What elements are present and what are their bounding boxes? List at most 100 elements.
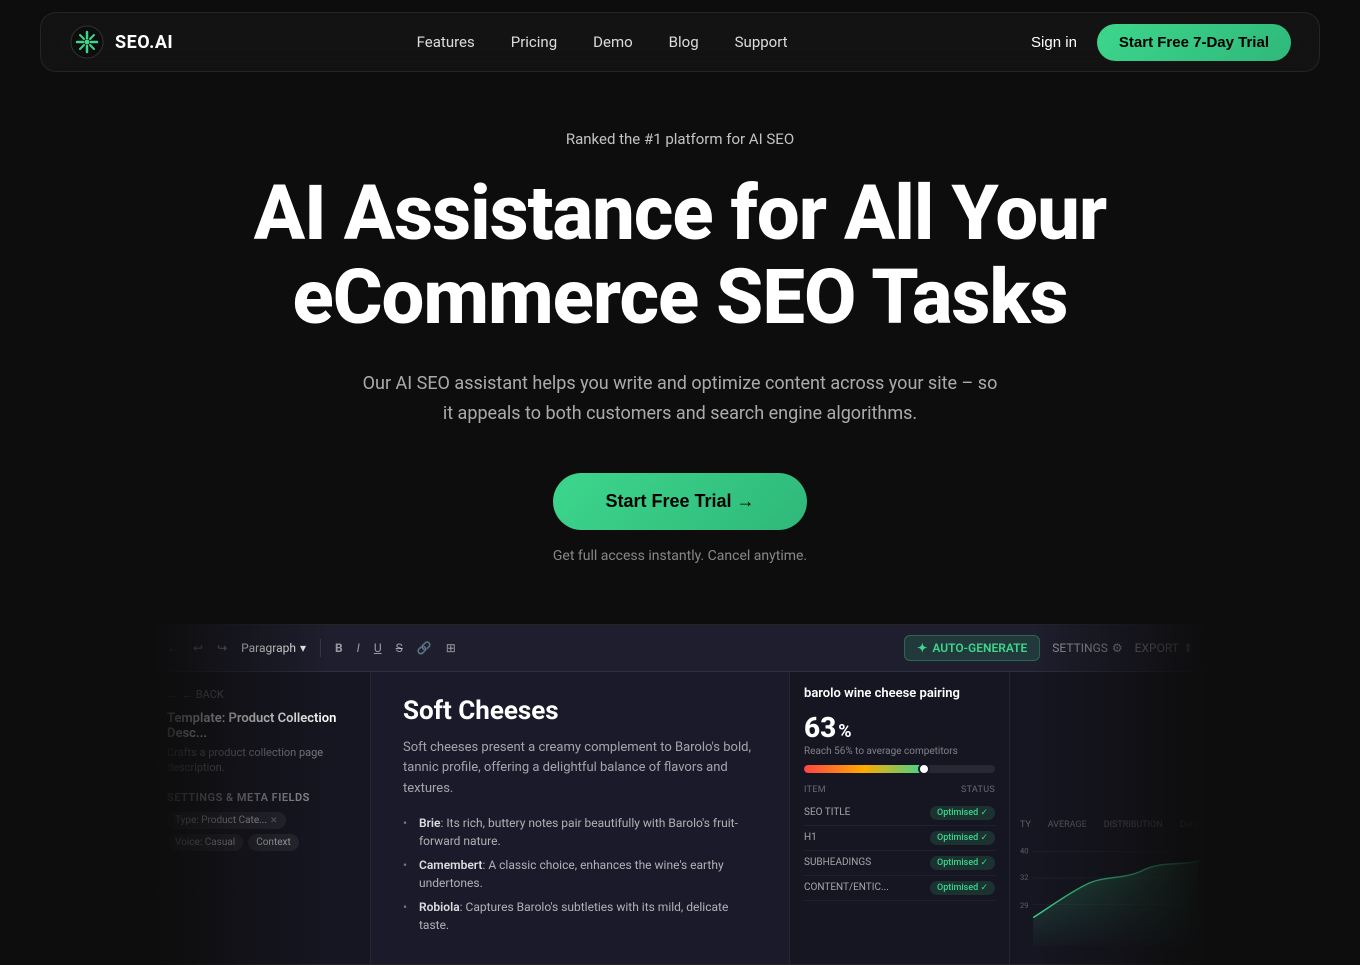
nav-start-trial-button[interactable]: Start Free 7-Day Trial bbox=[1097, 24, 1291, 61]
panel-score-suffix: % bbox=[838, 721, 851, 742]
sidebar-template-title: Template: Product Collection Desc... bbox=[167, 711, 354, 741]
list-item-2: Robiola: Captures Barolo's subtleties wi… bbox=[403, 898, 757, 934]
toolbar-underline[interactable]: U bbox=[374, 641, 382, 655]
logo[interactable]: SEO.AI bbox=[69, 24, 173, 60]
nav-features[interactable]: Features bbox=[417, 33, 475, 51]
toolbar-export[interactable]: EXPORT ⬆ bbox=[1135, 641, 1193, 655]
tag-label-0: Type: Product Cate... bbox=[175, 815, 267, 826]
sidebar-tag-2[interactable]: Context bbox=[248, 834, 299, 851]
paragraph-dropdown-icon: ▾ bbox=[300, 641, 306, 655]
panel-row-label-0: SEO TITLE bbox=[804, 807, 850, 818]
nav-links: Features Pricing Demo Blog Support bbox=[417, 33, 788, 51]
sidebar-tag-0[interactable]: Type: Product Cate... ✕ bbox=[167, 812, 286, 829]
strikethrough-icon: S bbox=[396, 641, 403, 655]
cheese-name-1: Camembert bbox=[419, 858, 482, 872]
hero-title-line2: eCommerce SEO Tasks bbox=[292, 252, 1067, 342]
app-toolbar: ← ↩ ↪ Paragraph ▾ B bbox=[151, 625, 1209, 672]
panel-col-status: STATUS bbox=[961, 785, 995, 795]
svg-text:32: 32 bbox=[1020, 873, 1028, 882]
toolbar-link[interactable]: 🔗 bbox=[417, 641, 432, 655]
panel-progress-marker bbox=[918, 765, 930, 773]
panel-row-1: H1 Optimised ✓ bbox=[804, 826, 995, 851]
chart-svg: 40 32 29 bbox=[1020, 834, 1199, 954]
cheese-name-2: Robiola bbox=[419, 900, 460, 914]
chart-label-daily: Daily bbox=[1180, 820, 1199, 830]
nav-support[interactable]: Support bbox=[735, 33, 788, 51]
table-icon: ⊞ bbox=[446, 641, 456, 655]
panel-row-status-0: Optimised ✓ bbox=[930, 806, 995, 820]
panel-row-status-3: Optimised ✓ bbox=[930, 881, 995, 895]
list-item-0: Brie: Its rich, buttery notes pair beaut… bbox=[403, 814, 757, 850]
tag-label-2: Context bbox=[256, 837, 291, 848]
sign-in-button[interactable]: Sign in bbox=[1031, 34, 1077, 51]
toolbar-italic[interactable]: I bbox=[357, 641, 360, 655]
panel-row-label-1: H1 bbox=[804, 832, 817, 843]
underline-icon: U bbox=[374, 641, 382, 655]
app-content: Soft Cheeses Soft cheeses present a crea… bbox=[371, 672, 789, 964]
toolbar-sep-1 bbox=[320, 639, 321, 657]
sidebar-tags: Type: Product Cate... ✕ Voice: Casual Co… bbox=[167, 812, 354, 851]
panel-row-label-3: CONTENT/ENTIC... bbox=[804, 882, 889, 893]
cheese-desc-2: Captures Barolo's subtleties with its mi… bbox=[419, 900, 728, 932]
list-item-1: Camembert: A classic choice, enhances th… bbox=[403, 856, 757, 892]
paragraph-label: Paragraph bbox=[241, 641, 296, 655]
toolbar-paragraph[interactable]: Paragraph ▾ bbox=[241, 641, 306, 655]
svg-text:29: 29 bbox=[1020, 901, 1028, 910]
app-preview-wrapper: ← ↩ ↪ Paragraph ▾ B bbox=[150, 624, 1210, 965]
sidebar-back[interactable]: ← ← BACK bbox=[167, 688, 354, 701]
toolbar-settings[interactable]: SETTINGS ⚙ bbox=[1052, 641, 1122, 655]
arrow-left-icon: ← bbox=[167, 641, 179, 655]
link-icon: 🔗 bbox=[417, 641, 432, 655]
settings-icon: ⚙ bbox=[1112, 641, 1123, 655]
tag-label-1: Voice: Casual bbox=[175, 837, 235, 848]
chart-label-ty: TY bbox=[1020, 820, 1031, 830]
content-paragraph: Soft cheeses present a creamy complement… bbox=[403, 738, 757, 800]
chart-labels: TY AVERAGE DISTRIBUTION Daily bbox=[1020, 820, 1199, 830]
auto-generate-button[interactable]: ✦ AUTO-GENERATE bbox=[904, 635, 1040, 661]
panel-wine-title: barolo wine cheese pairing bbox=[804, 686, 995, 701]
cheese-name-0: Brie bbox=[419, 816, 441, 830]
chart-label-distribution: DISTRIBUTION bbox=[1104, 820, 1163, 830]
panel-col-label: ITEM bbox=[804, 785, 957, 795]
toolbar-undo[interactable]: ↩ bbox=[193, 641, 203, 655]
app-right-panel: barolo wine cheese pairing 63 % Reach 56… bbox=[789, 672, 1009, 964]
panel-row-status-2: Optimised ✓ bbox=[930, 856, 995, 870]
toolbar-bold[interactable]: B bbox=[335, 641, 343, 655]
toolbar-strikethrough[interactable]: S bbox=[396, 641, 403, 655]
toolbar-back[interactable]: ← bbox=[167, 641, 179, 655]
sidebar-tag-1[interactable]: Voice: Casual bbox=[167, 834, 243, 851]
app-sidebar: ← ← BACK Template: Product Collection De… bbox=[151, 672, 371, 964]
nav-demo[interactable]: Demo bbox=[593, 33, 633, 51]
app-preview: ← ↩ ↪ Paragraph ▾ B bbox=[150, 624, 1210, 965]
panel-progress-fill bbox=[804, 765, 924, 773]
hero-title: AI Assistance for All Your eCommerce SEO… bbox=[254, 172, 1106, 339]
tag-remove-icon-0[interactable]: ✕ bbox=[270, 816, 278, 826]
nav-blog[interactable]: Blog bbox=[669, 33, 699, 51]
toolbar-redo[interactable]: ↪ bbox=[217, 641, 227, 655]
sidebar-template-desc: Crafts a product collection page descrip… bbox=[167, 745, 354, 776]
cheese-desc-0: Its rich, buttery notes pair beautifully… bbox=[419, 816, 738, 848]
settings-label: SETTINGS bbox=[1052, 641, 1108, 655]
svg-text:40: 40 bbox=[1020, 846, 1028, 855]
sidebar-section-title: Settings & Meta fields bbox=[167, 791, 354, 804]
panel-row-2: SUBHEADINGS Optimised ✓ bbox=[804, 851, 995, 876]
panel-row-3: CONTENT/ENTIC... Optimised ✓ bbox=[804, 876, 995, 901]
app-chart-panel: TY AVERAGE DISTRIBUTION Daily bbox=[1009, 672, 1209, 964]
nav-pricing[interactable]: Pricing bbox=[511, 33, 557, 51]
app-body: ← ← BACK Template: Product Collection De… bbox=[151, 672, 1209, 964]
content-heading: Soft Cheeses bbox=[403, 696, 757, 726]
panel-score: 63 bbox=[804, 711, 836, 744]
toolbar-table[interactable]: ⊞ bbox=[446, 641, 456, 655]
sparkle-icon: ✦ bbox=[917, 641, 927, 655]
hero-cta-button[interactable]: Start Free Trial → bbox=[553, 473, 806, 530]
back-arrow-icon: ← bbox=[167, 688, 178, 701]
bold-icon: B bbox=[335, 641, 343, 655]
panel-row-status-1: Optimised ✓ bbox=[930, 831, 995, 845]
panel-table-header: ITEM STATUS bbox=[804, 785, 995, 795]
export-label: EXPORT bbox=[1135, 641, 1179, 655]
hero-subtitle: Our AI SEO assistant helps you write and… bbox=[360, 369, 1000, 428]
logo-text-label: SEO.AI bbox=[115, 32, 173, 53]
toolbar-right: ✦ AUTO-GENERATE SETTINGS ⚙ EXPORT ⬆ bbox=[904, 635, 1193, 661]
nav-right: Sign in Start Free 7-Day Trial bbox=[1031, 24, 1291, 61]
hero-title-line1: AI Assistance for All Your bbox=[254, 168, 1106, 258]
